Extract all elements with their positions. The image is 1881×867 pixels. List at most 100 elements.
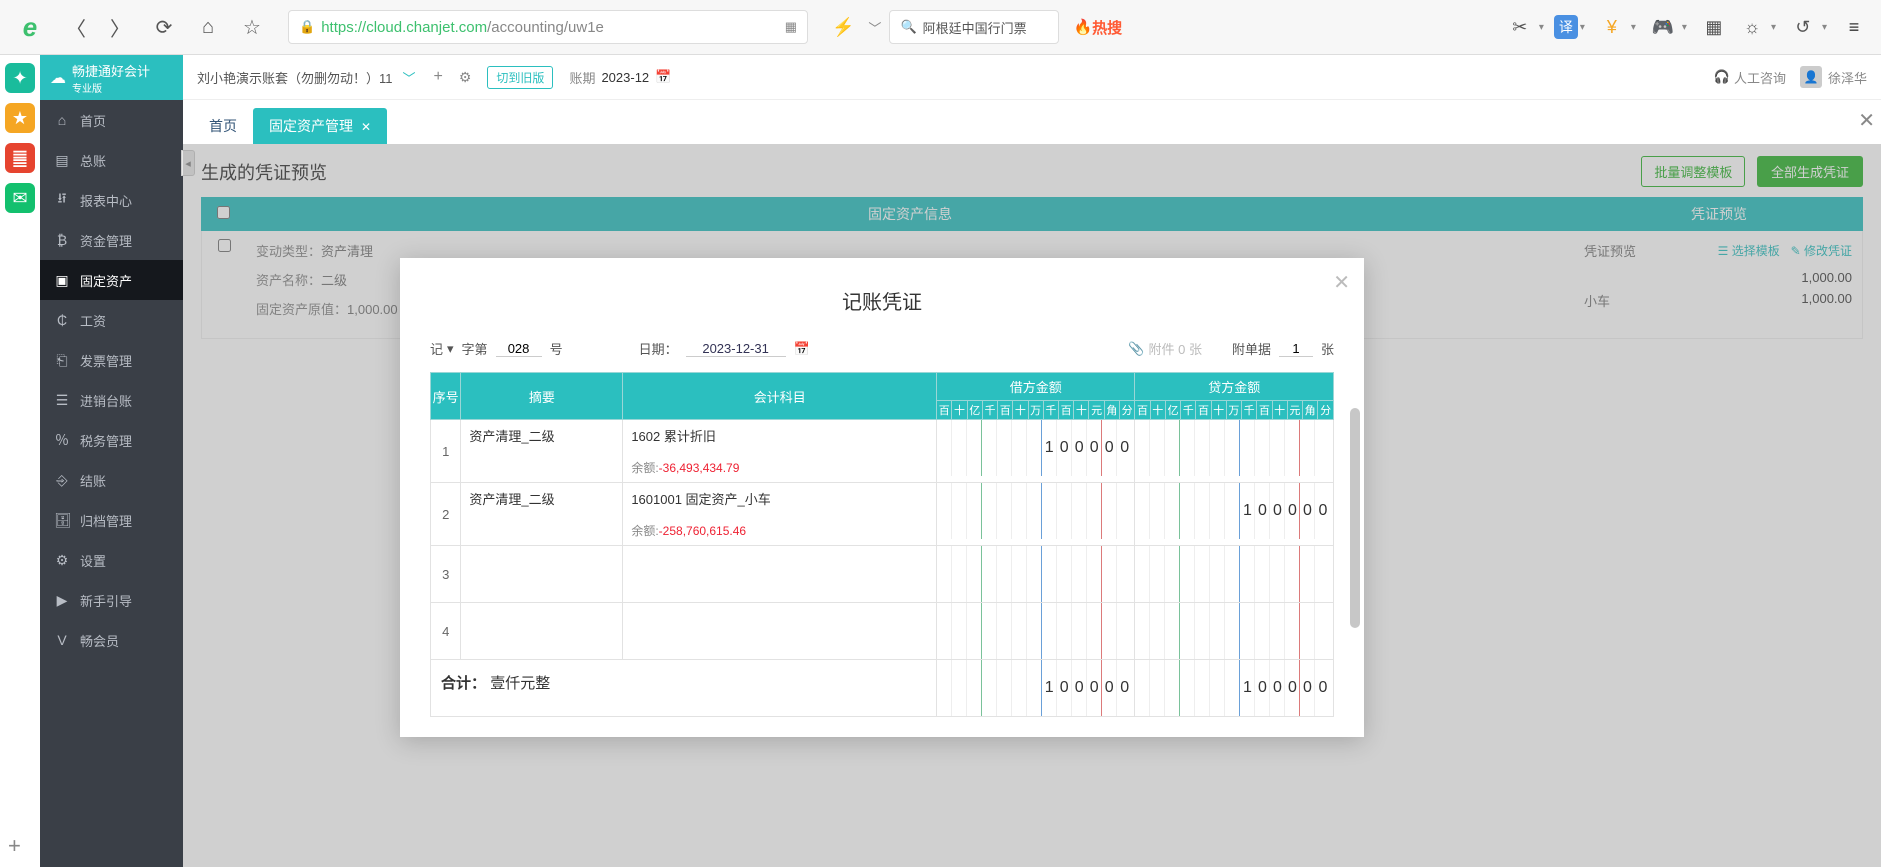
sidebar-item-invoice[interactable]: ⎗发票管理 [40,340,183,380]
period-value[interactable]: 2023-12 [601,70,649,85]
row-index: 3 [431,546,461,603]
home-icon: ⌂ [54,112,70,128]
row-summary[interactable]: 资产清理_二级 [461,420,623,483]
bolt-icon[interactable]: ⚡ [832,17,854,38]
row-debit[interactable]: 100000 [937,420,1135,483]
scissors-icon[interactable]: ✂ [1503,11,1537,43]
total-label: 合计： [441,675,486,692]
voucher-type-select[interactable]: 记 ▾ [430,339,454,358]
search-box[interactable]: 🔍 阿根廷中国行门票 [889,10,1059,44]
reload-button[interactable]: ⟳ [146,9,182,45]
account-settings-button[interactable]: ⚙ [459,69,472,86]
sidebar-item-salary[interactable]: ₵工资 [40,300,183,340]
headset-icon: 🎧 [1714,69,1730,85]
vip-icon: V [54,632,70,648]
sidebar-item-settings[interactable]: ⚙设置 [40,540,183,580]
translate-icon[interactable]: 译 [1554,15,1578,39]
close-tab-icon[interactable]: ✕ [361,120,371,134]
row-account[interactable]: 1601001 固定资产_小车余额:-258,760,615.46 [623,483,937,546]
row-account[interactable] [623,603,937,660]
sidebar-item-archive[interactable]: 🗄归档管理 [40,500,183,540]
salary-icon: ₵ [54,312,70,328]
row-credit[interactable] [1135,603,1334,660]
asset-icon: ▣ [54,272,70,289]
row-account[interactable] [623,546,937,603]
row-index: 4 [431,603,461,660]
sidebar-item-ledger[interactable]: ▤总账 [40,140,183,180]
tax-icon: ％ [54,430,70,450]
sheet-count-input[interactable] [1279,341,1313,357]
modal-scrollbar[interactable] [1350,408,1360,628]
apps-icon[interactable]: ▦ [1697,11,1731,43]
hot-search-badge[interactable]: 🔥热搜 [1073,17,1122,38]
app-sidebar: ☁ 畅捷通好会计 专业版 ⌂首页 ▤总账 ⭿报表中心 ₿资金管理 ▣固定资产 ₵… [40,55,183,867]
brand-name: 畅捷通好会计 [72,61,150,80]
favorite-button[interactable]: ☆ [234,9,270,45]
sidebar-item-guide[interactable]: ▶新手引导 [40,580,183,620]
user-menu[interactable]: 👤 徐泽华 [1800,66,1867,88]
restore-icon[interactable]: ↺ [1786,11,1820,43]
help-button[interactable]: 🎧人工咨询 [1714,68,1786,87]
switch-old-button[interactable]: 切到旧版 [487,66,553,89]
attachment-link[interactable]: 📎附件 0 张 [1128,339,1202,358]
tab-fixed-asset-mgmt[interactable]: 固定资产管理✕ [253,108,387,144]
theme-icon[interactable]: ☼ [1735,11,1769,43]
calendar-icon[interactable]: 📅 [794,341,810,357]
sidebar-item-fixed-assets[interactable]: ▣固定资产 [40,260,183,300]
address-bar[interactable]: 🔒 https://cloud.chanjet.com/accounting/u… [288,10,808,44]
search-text: 阿根廷中国行门票 [923,18,1027,37]
add-account-button[interactable]: + [434,68,443,86]
row-summary[interactable]: 资产清理_二级 [461,483,623,546]
ledger-icon: ▤ [54,152,70,169]
th-debit: 借方金额 [937,373,1135,401]
forward-button[interactable]: 〉 [102,9,138,45]
row-debit[interactable] [937,546,1135,603]
back-button[interactable]: 〈 [58,9,94,45]
os-app-icon[interactable]: ✦ [5,63,35,93]
game-icon[interactable]: 🎮 [1646,11,1680,43]
os-sidebar: ✦ ★ ䷀ ✉ [0,55,40,867]
row-summary[interactable] [461,603,623,660]
th-index: 序号 [431,373,461,420]
os-add-button[interactable]: + [8,833,21,859]
row-account[interactable]: 1602 累计折旧余额:-36,493,434.79 [623,420,937,483]
row-credit[interactable] [1135,420,1334,483]
qr-icon[interactable]: ▦ [785,19,797,35]
row-summary[interactable] [461,546,623,603]
voucher-date-input[interactable] [686,341,786,357]
row-credit[interactable]: 100000 [1135,483,1334,546]
os-mail-icon[interactable]: ✉ [5,183,35,213]
sidebar-item-home[interactable]: ⌂首页 [40,100,183,140]
sidebar-item-reports[interactable]: ⭿报表中心 [40,180,183,220]
inventory-icon: ☰ [54,392,70,409]
sidebar-item-vip[interactable]: V畅会员 [40,620,183,660]
voucher-modal: ✕ 记账凭证 记 ▾ 字第 号 日期： 📅 📎附件 0 张 附单据 张 序号 摘… [400,258,1364,737]
lock-icon: ⎆ [54,472,70,489]
voucher-table: 序号 摘要 会计科目 借方金额 贷方金额 百十亿千百十万千百十元角分百十亿千百十… [430,372,1334,717]
row-debit[interactable] [937,603,1135,660]
menu-icon[interactable]: ≡ [1837,11,1871,43]
sidebar-item-tax[interactable]: ％税务管理 [40,420,183,460]
date-label: 日期： [639,339,678,358]
tab-home[interactable]: 首页 [193,108,253,144]
account-name[interactable]: 刘小艳演示账套（勿删勿动！）11 [197,68,393,87]
home-button[interactable]: ⌂ [190,9,226,45]
close-all-tabs-button[interactable]: ✕ [1858,108,1875,133]
tab-bar: 首页 固定资产管理✕ [183,100,1881,144]
os-favorites-icon[interactable]: ★ [5,103,35,133]
sidebar-item-funds[interactable]: ₿资金管理 [40,220,183,260]
close-modal-button[interactable]: ✕ [1333,270,1350,295]
sidebar-item-inventory[interactable]: ☰进销台账 [40,380,183,420]
account-dropdown-icon[interactable]: ﹀ [403,68,416,87]
th-account: 会计科目 [623,373,937,420]
lock-icon: 🔒 [299,19,315,35]
wallet-icon[interactable]: ¥ [1595,11,1629,43]
os-weibo-icon[interactable]: ䷀ [5,143,35,173]
money-icon: ₿ [54,232,70,248]
row-debit[interactable] [937,483,1135,546]
calendar-icon[interactable]: 📅 [655,69,671,85]
dropdown-caret-icon[interactable]: ﹀ [868,18,881,37]
sidebar-item-closing[interactable]: ⎆结账 [40,460,183,500]
row-credit[interactable] [1135,546,1334,603]
voucher-number-input[interactable] [496,341,542,357]
